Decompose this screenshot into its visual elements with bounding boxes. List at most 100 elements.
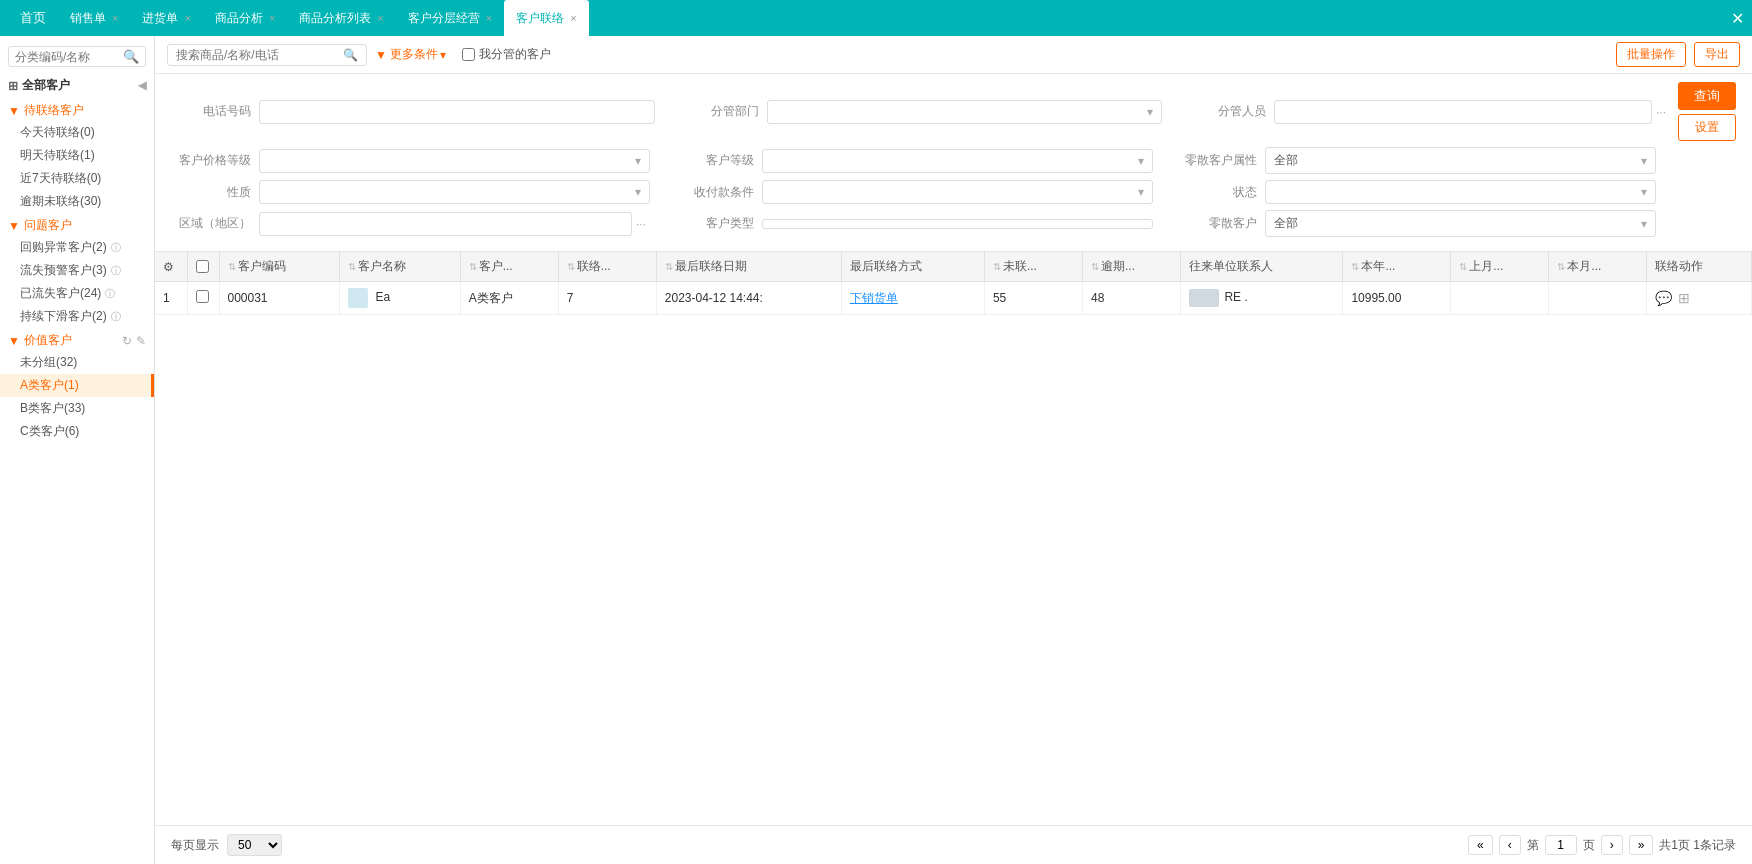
th-this-year-sort-icon: ⇅ xyxy=(1351,261,1359,272)
nav-tab-customer-contact[interactable]: 客户联络 × xyxy=(504,0,588,36)
td-last-contact-way-link[interactable]: 下销货单 xyxy=(850,291,898,305)
sidebar-value-customers-group[interactable]: ▼ 价值客户 xyxy=(8,332,122,349)
nav-tab-analysis-list-close[interactable]: × xyxy=(377,12,383,24)
th-code-label: 客户编码 xyxy=(238,258,286,275)
info-icon: ⓘ xyxy=(111,241,121,255)
adv-filter-row4: 区域（地区） ··· 客户类型 零散客户 全部 ▾ xyxy=(171,210,1736,237)
chat-icon[interactable]: 💬 xyxy=(1655,290,1672,306)
filter-region-input[interactable] xyxy=(259,212,632,236)
row-checkbox[interactable] xyxy=(196,290,209,303)
nav-tab-analysis[interactable]: 商品分析 × xyxy=(203,0,287,36)
nav-home[interactable]: 首页 xyxy=(8,9,58,27)
nav-tab-sales-label: 销售单 xyxy=(70,10,106,27)
nav-tab-sales-close[interactable]: × xyxy=(112,12,118,24)
sidebar-collapse-icon[interactable]: ◀ xyxy=(138,79,146,92)
table-area: ⚙ ⇅ 客户编码 xyxy=(155,252,1752,825)
sidebar-item-churned-label: 已流失客户(24) xyxy=(20,285,101,302)
sidebar-item-unclassified[interactable]: 未分组(32) xyxy=(0,351,154,374)
filter-region-label: 区域（地区） xyxy=(171,215,251,232)
th-last-contact-date[interactable]: ⇅ 最后联络日期 xyxy=(656,252,841,282)
th-overdue[interactable]: ⇅ 逾期... xyxy=(1082,252,1180,282)
sidebar-item-7days[interactable]: 近7天待联络(0) xyxy=(0,167,154,190)
th-uncontacted-label: 未联... xyxy=(1003,258,1037,275)
td-checkbox[interactable] xyxy=(187,282,219,315)
settings-gear-icon[interactable]: ⚙ xyxy=(163,260,174,274)
sidebar-item-churned[interactable]: 已流失客户(24) ⓘ xyxy=(0,282,154,305)
filter-customer-grade-select[interactable]: ▾ xyxy=(762,149,1153,173)
detail-icon[interactable]: ⊞ xyxy=(1678,290,1690,306)
th-code[interactable]: ⇅ 客户编码 xyxy=(219,252,340,282)
last-page-button[interactable]: » xyxy=(1629,835,1654,855)
sidebar-search-box[interactable]: 🔍 xyxy=(8,46,146,67)
filter-payment-select[interactable]: ▾ xyxy=(762,180,1153,204)
close-all-icon[interactable]: ✕ xyxy=(1731,9,1744,28)
filter-nature-select[interactable]: ▾ xyxy=(259,180,650,204)
sidebar-item-7days-label: 近7天待联络(0) xyxy=(20,171,101,185)
nav-tab-customer-tier-close[interactable]: × xyxy=(486,12,492,24)
filter-person-input[interactable] xyxy=(1274,100,1652,124)
filter-phone-input[interactable] xyxy=(259,100,655,124)
batch-ops-button[interactable]: 批量操作 xyxy=(1616,42,1686,67)
filter-person-dots[interactable]: ··· xyxy=(1652,105,1670,119)
th-contacts-person[interactable]: 往来单位联系人 xyxy=(1181,252,1343,282)
sidebar-item-repurchase-abnormal[interactable]: 回购异常客户(2) ⓘ xyxy=(0,236,154,259)
nav-tab-purchase-close[interactable]: × xyxy=(184,12,190,24)
filter-customer-type-select[interactable] xyxy=(762,219,1153,229)
refresh-icon[interactable]: ↻ xyxy=(122,334,132,348)
sidebar-item-class-a[interactable]: A类客户(1) xyxy=(0,374,154,397)
nav-tab-analysis-list[interactable]: 商品分析列表 × xyxy=(287,0,395,36)
filter-price-grade-select[interactable]: ▾ xyxy=(259,149,650,173)
page-number-input[interactable] xyxy=(1545,835,1577,855)
filter-search-box[interactable]: 🔍 xyxy=(167,44,367,66)
sidebar-all-customers[interactable]: ⊞ 全部客户 ◀ xyxy=(0,73,154,98)
th-last-contact-way[interactable]: 最后联络方式 xyxy=(841,252,984,282)
sidebar-item-declining[interactable]: 持续下滑客户(2) ⓘ xyxy=(0,305,154,328)
nav-tab-customer-tier[interactable]: 客户分层经营 × xyxy=(396,0,504,36)
nav-tab-customer-contact-close[interactable]: × xyxy=(570,12,576,24)
th-contact-count[interactable]: ⇅ 联络... xyxy=(558,252,656,282)
info-icon3: ⓘ xyxy=(105,287,115,301)
filter-more-btn[interactable]: ▼ 更多条件 ▾ xyxy=(375,46,446,63)
filter-retail-customer-select[interactable]: 全部 ▾ xyxy=(1265,210,1656,237)
sidebar-item-class-b[interactable]: B类客户(33) xyxy=(0,397,154,420)
first-page-button[interactable]: « xyxy=(1468,835,1493,855)
td-actions: 💬 ⊞ xyxy=(1647,282,1752,315)
nav-tab-purchase[interactable]: 进货单 × xyxy=(130,0,202,36)
filter-region-dots[interactable]: ··· xyxy=(632,217,650,231)
nav-tab-sales[interactable]: 销售单 × xyxy=(58,0,130,36)
edit-icon[interactable]: ✎ xyxy=(136,334,146,348)
sidebar-item-overdue[interactable]: 逾期未联络(30) xyxy=(0,190,154,213)
th-this-year[interactable]: ⇅ 本年... xyxy=(1343,252,1451,282)
my-customers-checkbox[interactable] xyxy=(462,48,475,61)
prev-page-button[interactable]: ‹ xyxy=(1499,835,1521,855)
filter-retail-attr-label: 零散客户属性 xyxy=(1177,152,1257,169)
filter-retail-attr-select[interactable]: 全部 ▾ xyxy=(1265,147,1656,174)
sidebar-item-class-c[interactable]: C类客户(6) xyxy=(0,420,154,443)
th-customer-type[interactable]: ⇅ 客户... xyxy=(460,252,558,282)
th-this-month[interactable]: ⇅ 本月... xyxy=(1549,252,1647,282)
settings-button[interactable]: 设置 xyxy=(1678,114,1736,141)
sidebar-item-tomorrow[interactable]: 明天待联络(1) xyxy=(0,144,154,167)
sidebar-item-today[interactable]: 今天待联络(0) xyxy=(0,121,154,144)
filter-status-select[interactable]: ▾ xyxy=(1265,180,1656,204)
th-last-month[interactable]: ⇅ 上月... xyxy=(1451,252,1549,282)
select-all-checkbox[interactable] xyxy=(196,260,209,273)
sidebar-item-churn-warning[interactable]: 流失预警客户(3) ⓘ xyxy=(0,259,154,282)
filter-more-label: 更多条件 xyxy=(390,46,438,63)
per-page-select[interactable]: 50 100 200 xyxy=(227,834,282,856)
filter-search-input[interactable] xyxy=(176,48,343,62)
sidebar-problem-customers-group[interactable]: ▼ 问题客户 xyxy=(0,213,154,236)
nav-tab-analysis-close[interactable]: × xyxy=(269,12,275,24)
my-customers-checkbox-label[interactable]: 我分管的客户 xyxy=(462,46,551,63)
th-name[interactable]: ⇅ 客户名称 xyxy=(340,252,461,282)
th-uncontacted[interactable]: ⇅ 未联... xyxy=(984,252,1082,282)
export-button[interactable]: 导出 xyxy=(1694,42,1740,67)
th-contact-label: 联络... xyxy=(577,258,611,275)
next-page-button[interactable]: › xyxy=(1601,835,1623,855)
sidebar-search-input[interactable] xyxy=(15,50,123,64)
query-button[interactable]: 查询 xyxy=(1678,82,1736,110)
adv-filter: 电话号码 分管部门 ▾ 分管人员 ··· xyxy=(155,74,1752,252)
sidebar-pending-contact-group[interactable]: ▼ 待联络客户 xyxy=(0,98,154,121)
td-last-contact-way[interactable]: 下销货单 xyxy=(841,282,984,315)
filter-dept-select[interactable]: ▾ xyxy=(767,100,1163,124)
